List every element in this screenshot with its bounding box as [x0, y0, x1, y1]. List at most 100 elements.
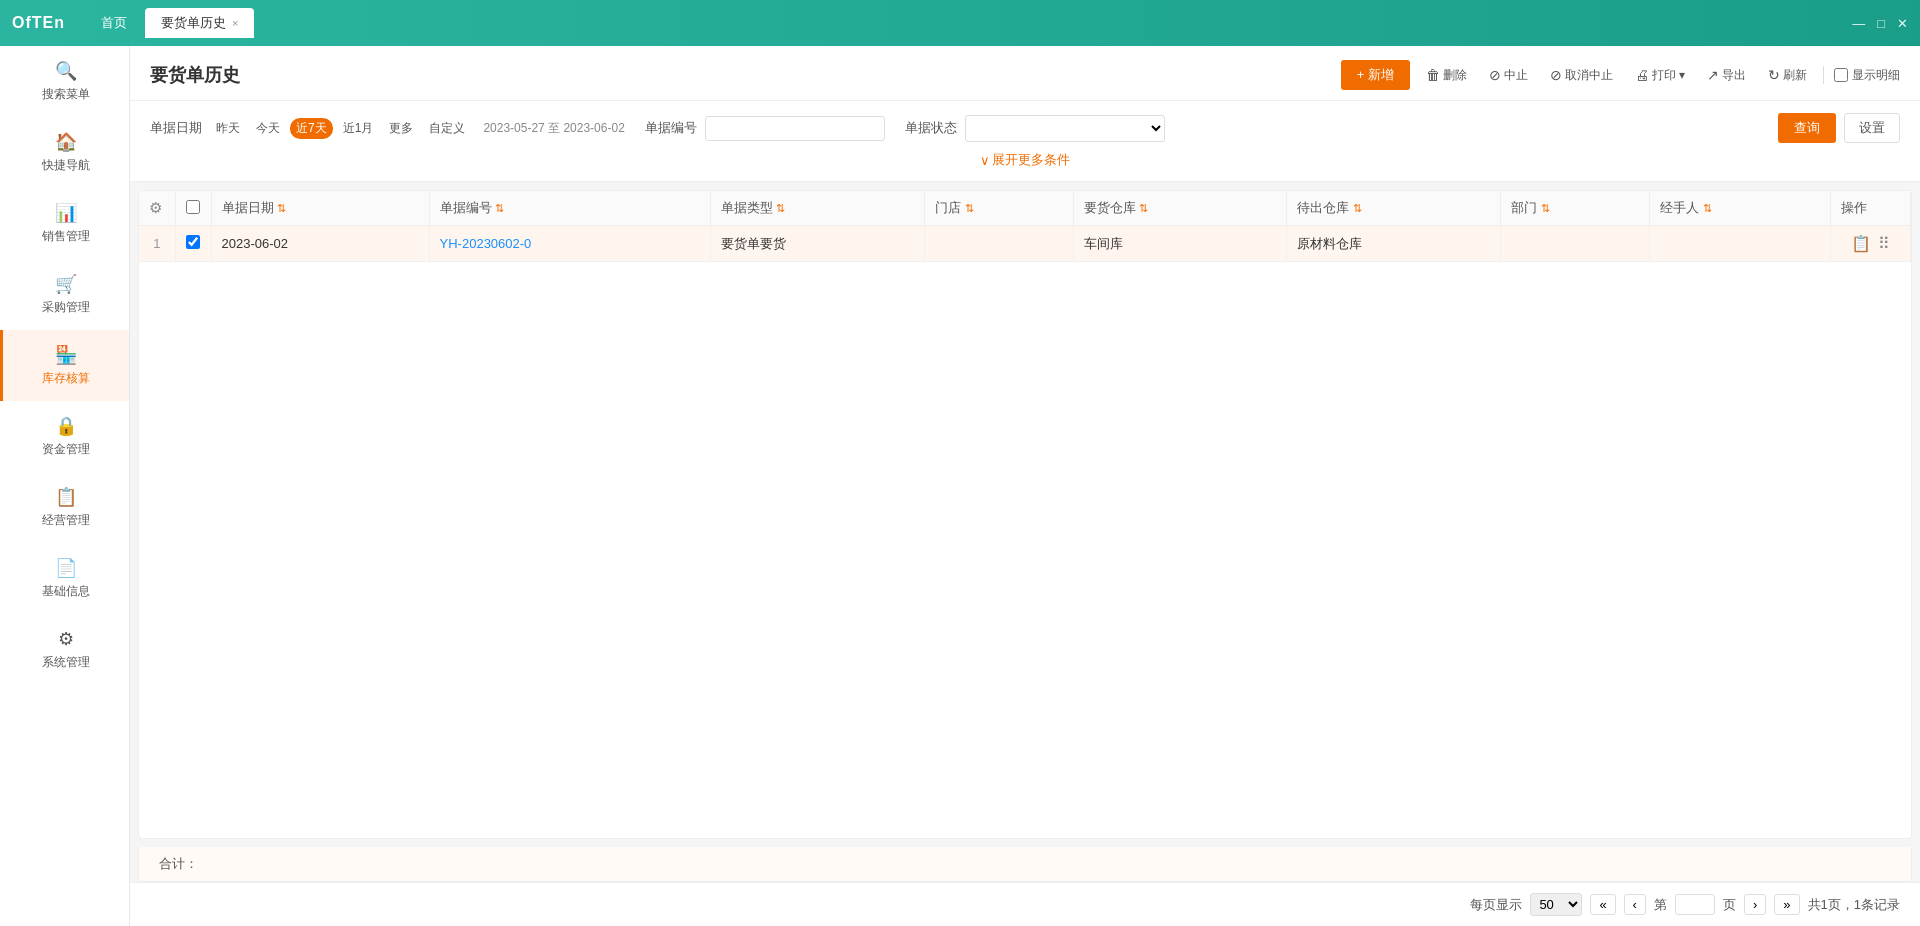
col-req-warehouse-sort[interactable]: ⇅ — [1139, 202, 1148, 214]
sidebar-item-sales[interactable]: 📊 销售管理 — [0, 188, 129, 259]
col-settings-header: ⚙ — [139, 191, 175, 226]
tab-close-requisition-history[interactable]: × — [232, 17, 238, 29]
col-doc-no-sort[interactable]: ⇅ — [495, 202, 504, 214]
cancel-stop-icon: ⊘ — [1550, 67, 1562, 83]
date-btn-1[interactable]: 今天 — [250, 118, 286, 139]
row-handler-0 — [1649, 226, 1830, 262]
toolbar-divider — [1823, 66, 1824, 84]
window-maximize[interactable]: □ — [1877, 16, 1885, 31]
col-handler-sort[interactable]: ⇅ — [1703, 202, 1712, 214]
tab-home[interactable]: 首页 — [85, 8, 143, 38]
prev-page-btn[interactable]: ‹ — [1624, 894, 1646, 915]
sidebar-item-inventory[interactable]: 🏪 库存核算 — [0, 330, 129, 401]
expand-filter-btn[interactable]: ∨ 展开更多条件 — [980, 151, 1070, 169]
row-department-0 — [1501, 226, 1650, 262]
add-button[interactable]: + 新增 — [1341, 60, 1410, 90]
col-doc-no-header: 单据编号 ⇅ — [429, 191, 710, 226]
date-buttons: 昨天今天近7天近1月更多自定义 — [210, 118, 471, 139]
doc-status-select[interactable] — [965, 115, 1165, 142]
date-btn-3[interactable]: 近1月 — [337, 118, 380, 139]
doc-no-link-0[interactable]: YH-20230602-0 — [440, 236, 532, 251]
sidebar-label-sales: 销售管理 — [42, 228, 90, 245]
row-doc-type-0: 要货单要货 — [710, 226, 924, 262]
date-btn-0[interactable]: 昨天 — [210, 118, 246, 139]
sidebar-icon-system: ⚙ — [58, 628, 74, 650]
sidebar-icon-finance: 🔒 — [55, 415, 77, 437]
delete-button[interactable]: 🗑 删除 — [1420, 63, 1473, 88]
sidebar-icon-sales: 📊 — [55, 202, 77, 224]
refresh-button[interactable]: ↻ 刷新 — [1762, 63, 1813, 88]
date-btn-5[interactable]: 自定义 — [423, 118, 471, 139]
sidebar-item-operations[interactable]: 📋经营管理 — [0, 472, 129, 543]
window-close[interactable]: ✕ — [1897, 16, 1908, 31]
col-doc-date-sort[interactable]: ⇅ — [277, 202, 286, 214]
sidebar-item-quick-nav[interactable]: 🏠快捷导航 — [0, 117, 129, 188]
export-button[interactable]: ↗ 导出 — [1701, 63, 1752, 88]
brand-text: OfTEn — [12, 14, 65, 32]
sidebar-label-finance: 资金管理 — [42, 441, 90, 458]
col-department-header: 部门 ⇅ — [1501, 191, 1650, 226]
query-button[interactable]: 查询 — [1778, 113, 1836, 143]
data-table: ⚙ 单据日期 ⇅ 单据编号 ⇅ — [139, 191, 1911, 262]
print-button[interactable]: 🖨 打印 ▾ — [1629, 63, 1691, 88]
table-footer: 合计： — [138, 847, 1912, 882]
window-minimize[interactable]: — — [1852, 16, 1865, 31]
page-title-row: 要货单历史 + 新增 🗑 删除 ⊘ 中止 ⊘ 取消中止 — [150, 60, 1900, 90]
table-head: ⚙ 单据日期 ⇅ 单据编号 ⇅ — [139, 191, 1911, 226]
display-detail-label[interactable]: 显示明细 — [1834, 67, 1900, 84]
sidebar-item-purchase[interactable]: 🛒采购管理 — [0, 259, 129, 330]
select-all-checkbox[interactable] — [186, 200, 200, 214]
sidebar-item-search-menu[interactable]: 🔍搜索菜单 — [0, 46, 129, 117]
filter-row-1: 单据日期 昨天今天近7天近1月更多自定义 2023-05-27 至 2023-0… — [150, 113, 1900, 143]
col-doc-type-sort[interactable]: ⇅ — [776, 202, 785, 214]
doc-no-label: 单据编号 — [645, 119, 697, 137]
table-settings-icon[interactable]: ⚙ — [149, 199, 162, 216]
sidebar-icon-quick-nav: 🏠 — [55, 131, 77, 153]
col-req-warehouse-header: 要货仓库 ⇅ — [1073, 191, 1286, 226]
sidebar-icon-search-menu: 🔍 — [55, 60, 77, 82]
toolbar: + 新增 🗑 删除 ⊘ 中止 ⊘ 取消中止 — [1341, 60, 1900, 90]
row-checkbox-0[interactable] — [186, 235, 200, 249]
doc-no-input[interactable] — [705, 116, 885, 141]
doc-status-label: 单据状态 — [905, 119, 957, 137]
sidebar-item-finance[interactable]: 🔒 资金管理 — [0, 401, 129, 472]
settings-button[interactable]: 设置 — [1844, 113, 1900, 143]
col-doc-type-header: 单据类型 ⇅ — [710, 191, 924, 226]
top-bar-tabs: 首页要货单历史× — [85, 8, 1852, 38]
date-btn-2[interactable]: 近7天 — [290, 118, 333, 139]
sidebar-item-system[interactable]: ⚙系统管理 — [0, 614, 129, 685]
col-check-header — [175, 191, 211, 226]
date-btn-4[interactable]: 更多 — [383, 118, 419, 139]
last-page-btn[interactable]: » — [1774, 894, 1799, 915]
cancel-stop-button[interactable]: ⊘ 取消中止 — [1544, 63, 1619, 88]
row-delete-icon-0[interactable]: ⠿ — [1878, 235, 1890, 252]
print-dropdown-icon: ▾ — [1679, 68, 1685, 82]
filter-row-2: ∨ 展开更多条件 — [150, 143, 1900, 169]
filter-area: 单据日期 昨天今天近7天近1月更多自定义 2023-05-27 至 2023-0… — [130, 101, 1920, 182]
stop-button[interactable]: ⊘ 中止 — [1483, 63, 1534, 88]
sidebar-icon-purchase: 🛒 — [55, 273, 77, 295]
page-input[interactable]: 1 — [1675, 894, 1715, 915]
sidebar-item-base-info[interactable]: 📄基础信息 — [0, 543, 129, 614]
row-edit-icon-0[interactable]: 📋 — [1851, 235, 1871, 252]
sidebar-icon-inventory: 🏪 — [55, 344, 77, 366]
delete-icon: 🗑 — [1426, 67, 1440, 83]
page-title: 要货单历史 — [150, 63, 240, 87]
sidebar-label-inventory: 库存核算 — [42, 370, 90, 387]
col-pending-warehouse-sort[interactable]: ⇅ — [1353, 202, 1362, 214]
first-page-btn[interactable]: « — [1590, 894, 1615, 915]
tab-requisition-history[interactable]: 要货单历史× — [145, 8, 254, 38]
per-page-select[interactable]: 50 100 200 — [1530, 893, 1582, 916]
total-info: 共1页，1条记录 — [1808, 896, 1900, 914]
col-department-sort[interactable]: ⇅ — [1541, 202, 1550, 214]
refresh-icon: ↻ — [1768, 67, 1780, 83]
doc-date-label: 单据日期 — [150, 119, 202, 137]
display-detail-checkbox[interactable] — [1834, 68, 1848, 82]
col-store-sort[interactable]: ⇅ — [965, 202, 974, 214]
sidebar-icon-base-info: 📄 — [55, 557, 77, 579]
next-page-btn[interactable]: › — [1744, 894, 1766, 915]
table-row[interactable]: 1 2023-06-02 YH-20230602-0 要货单要货 车间库 原材料… — [139, 226, 1911, 262]
table-body: 1 2023-06-02 YH-20230602-0 要货单要货 车间库 原材料… — [139, 226, 1911, 262]
filter-doc-status: 单据状态 — [905, 115, 1165, 142]
col-pending-warehouse-header: 待出仓库 ⇅ — [1287, 191, 1501, 226]
